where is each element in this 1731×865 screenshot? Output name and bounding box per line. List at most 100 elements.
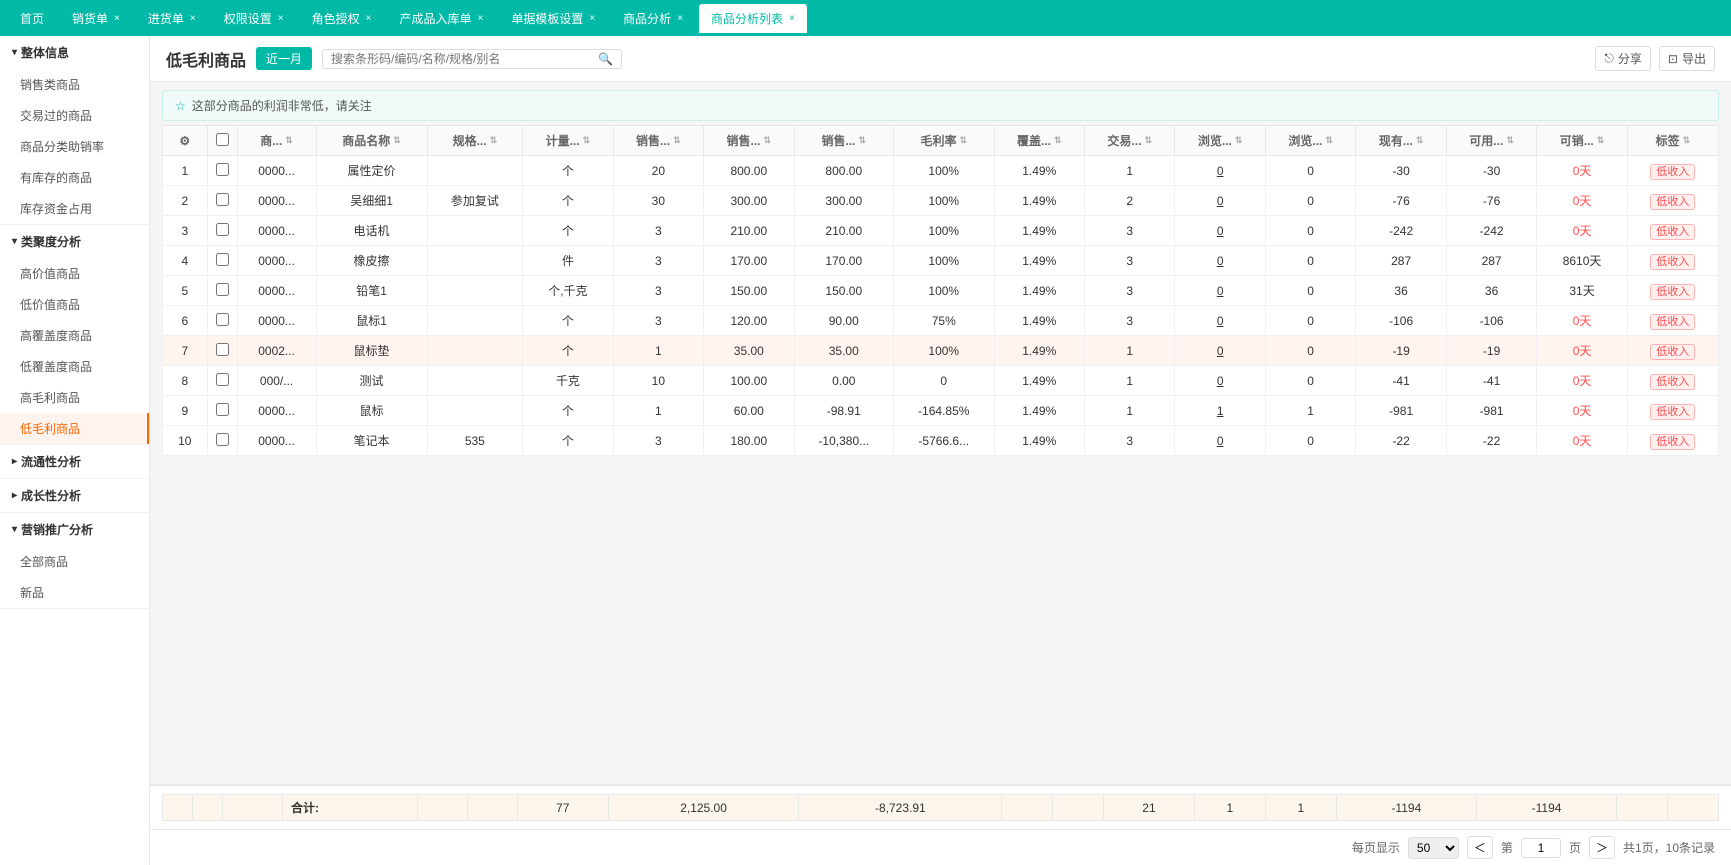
sort-icon[interactable]: ⇅ [1144, 135, 1152, 146]
row-checkbox-cell[interactable] [207, 366, 237, 396]
row-name[interactable]: 鼠标1 [316, 306, 427, 336]
page-number-input[interactable] [1521, 838, 1561, 858]
close-icon[interactable]: × [366, 13, 372, 24]
sort-icon[interactable]: ⇅ [1597, 135, 1605, 146]
sidebar-group-title-clustering[interactable]: ▾ 类聚度分析 [0, 225, 149, 258]
row-view1[interactable]: 0 [1175, 426, 1265, 456]
export-button[interactable]: ⊡ 导出 [1659, 46, 1715, 71]
row-checkbox-cell[interactable] [207, 276, 237, 306]
sidebar-item-in-stock-products[interactable]: 有库存的商品 [0, 162, 149, 193]
sort-icon[interactable]: ⇅ [1416, 135, 1424, 146]
close-icon[interactable]: × [190, 13, 196, 24]
close-icon[interactable]: × [278, 13, 284, 24]
row-name[interactable]: 吴细细1 [316, 186, 427, 216]
sidebar-item-category-sales-rate[interactable]: 商品分类助销率 [0, 131, 149, 162]
sidebar-item-stock-capital[interactable]: 库存资金占用 [0, 193, 149, 224]
sort-icon[interactable]: ⇅ [490, 135, 498, 146]
row-view1[interactable]: 0 [1175, 276, 1265, 306]
sidebar-item-new-products[interactable]: 新品 [0, 577, 149, 608]
settings-gear[interactable]: ⚙ [179, 134, 190, 148]
row-view1[interactable]: 0 [1175, 246, 1265, 276]
row-checkbox-cell[interactable] [207, 396, 237, 426]
sidebar-item-low-value[interactable]: 低价值商品 [0, 289, 149, 320]
sort-icon[interactable]: ⇅ [1054, 135, 1062, 146]
nav-role-auth[interactable]: 角色授权 × [300, 4, 384, 33]
close-icon[interactable]: × [114, 13, 120, 24]
row-name[interactable]: 电话机 [316, 216, 427, 246]
sort-icon[interactable]: ⇅ [673, 135, 681, 146]
row-name[interactable]: 铅笔1 [316, 276, 427, 306]
close-icon[interactable]: × [677, 13, 683, 24]
sidebar-group-title-marketing[interactable]: ▾ 营销推广分析 [0, 513, 149, 546]
row-checkbox-cell[interactable] [207, 426, 237, 456]
col-checkbox-all[interactable] [207, 126, 237, 156]
sidebar-item-all-products[interactable]: 全部商品 [0, 546, 149, 577]
sort-icon[interactable]: ⇅ [959, 135, 967, 146]
row-view1[interactable]: 0 [1175, 186, 1265, 216]
nav-permission-setting[interactable]: 权限设置 × [212, 4, 296, 33]
row-view1[interactable]: 0 [1175, 366, 1265, 396]
row-checkbox[interactable] [216, 253, 229, 266]
sort-icon[interactable]: ⇅ [859, 135, 867, 146]
row-view1[interactable]: 1 [1175, 396, 1265, 426]
row-checkbox-cell[interactable] [207, 246, 237, 276]
search-input[interactable] [331, 52, 598, 66]
sidebar-group-title-overall[interactable]: ▾ 整体信息 [0, 36, 149, 69]
sort-icon[interactable]: ⇅ [285, 135, 293, 146]
row-checkbox[interactable] [216, 373, 229, 386]
sidebar-item-low-margin[interactable]: 低毛利商品 [0, 413, 149, 444]
row-checkbox[interactable] [216, 403, 229, 416]
row-checkbox-cell[interactable] [207, 336, 237, 366]
sidebar-item-high-margin[interactable]: 高毛利商品 [0, 382, 149, 413]
sidebar-item-high-coverage[interactable]: 高覆盖度商品 [0, 320, 149, 351]
row-name[interactable]: 测试 [316, 366, 427, 396]
search-icon[interactable]: 🔍 [598, 52, 613, 66]
nav-sales-order[interactable]: 销货单 × [60, 4, 132, 33]
sort-icon[interactable]: ⇅ [583, 135, 591, 146]
row-name[interactable]: 属性定价 [316, 156, 427, 186]
nav-product-analysis[interactable]: 商品分析 × [611, 4, 695, 33]
sidebar-group-title-circulation[interactable]: ▸ 流通性分析 [0, 445, 149, 478]
col-settings[interactable]: ⚙ [163, 126, 208, 156]
per-page-select[interactable]: 50 100 200 [1408, 837, 1459, 859]
sort-icon[interactable]: ⇅ [1325, 135, 1333, 146]
row-checkbox-cell[interactable] [207, 306, 237, 336]
row-checkbox[interactable] [216, 313, 229, 326]
row-view1[interactable]: 0 [1175, 156, 1265, 186]
row-name[interactable]: 鼠标垫 [316, 336, 427, 366]
sort-icon[interactable]: ⇅ [1506, 135, 1514, 146]
nav-template-setting[interactable]: 单据模板设置 × [499, 4, 607, 33]
nav-product-inbound[interactable]: 产成品入库单 × [387, 4, 495, 33]
row-checkbox[interactable] [216, 433, 229, 446]
sort-icon[interactable]: ⇅ [764, 135, 772, 146]
row-name[interactable]: 鼠标 [316, 396, 427, 426]
filter-period-button[interactable]: 近一月 [256, 47, 312, 70]
nav-product-analysis-list[interactable]: 商品分析列表 × [699, 4, 807, 33]
row-checkbox[interactable] [216, 343, 229, 356]
nav-home[interactable]: 首页 [8, 4, 56, 33]
close-icon[interactable]: × [477, 13, 483, 24]
prev-page-button[interactable]: ＜ [1467, 836, 1493, 859]
row-view1[interactable]: 0 [1175, 216, 1265, 246]
sidebar-item-high-value[interactable]: 高价值商品 [0, 258, 149, 289]
nav-purchase-order[interactable]: 进货单 × [136, 4, 208, 33]
sidebar-group-title-growth[interactable]: ▸ 成长性分析 [0, 479, 149, 512]
next-page-button[interactable]: ＞ [1589, 836, 1615, 859]
sort-icon[interactable]: ⇅ [393, 135, 401, 146]
row-checkbox[interactable] [216, 193, 229, 206]
row-view1[interactable]: 0 [1175, 336, 1265, 366]
select-all-checkbox[interactable] [216, 133, 229, 146]
row-checkbox-cell[interactable] [207, 216, 237, 246]
row-checkbox[interactable] [216, 283, 229, 296]
row-checkbox[interactable] [216, 223, 229, 236]
close-icon[interactable]: × [589, 13, 595, 24]
share-button[interactable]: ⎋ 分享 [1595, 46, 1651, 71]
row-checkbox[interactable] [216, 163, 229, 176]
row-checkbox-cell[interactable] [207, 156, 237, 186]
sidebar-item-sales-products[interactable]: 销售类商品 [0, 69, 149, 100]
row-checkbox-cell[interactable] [207, 186, 237, 216]
row-name[interactable]: 橡皮擦 [316, 246, 427, 276]
sort-icon[interactable]: ⇅ [1683, 135, 1691, 146]
row-view1[interactable]: 0 [1175, 306, 1265, 336]
row-name[interactable]: 笔记本 [316, 426, 427, 456]
